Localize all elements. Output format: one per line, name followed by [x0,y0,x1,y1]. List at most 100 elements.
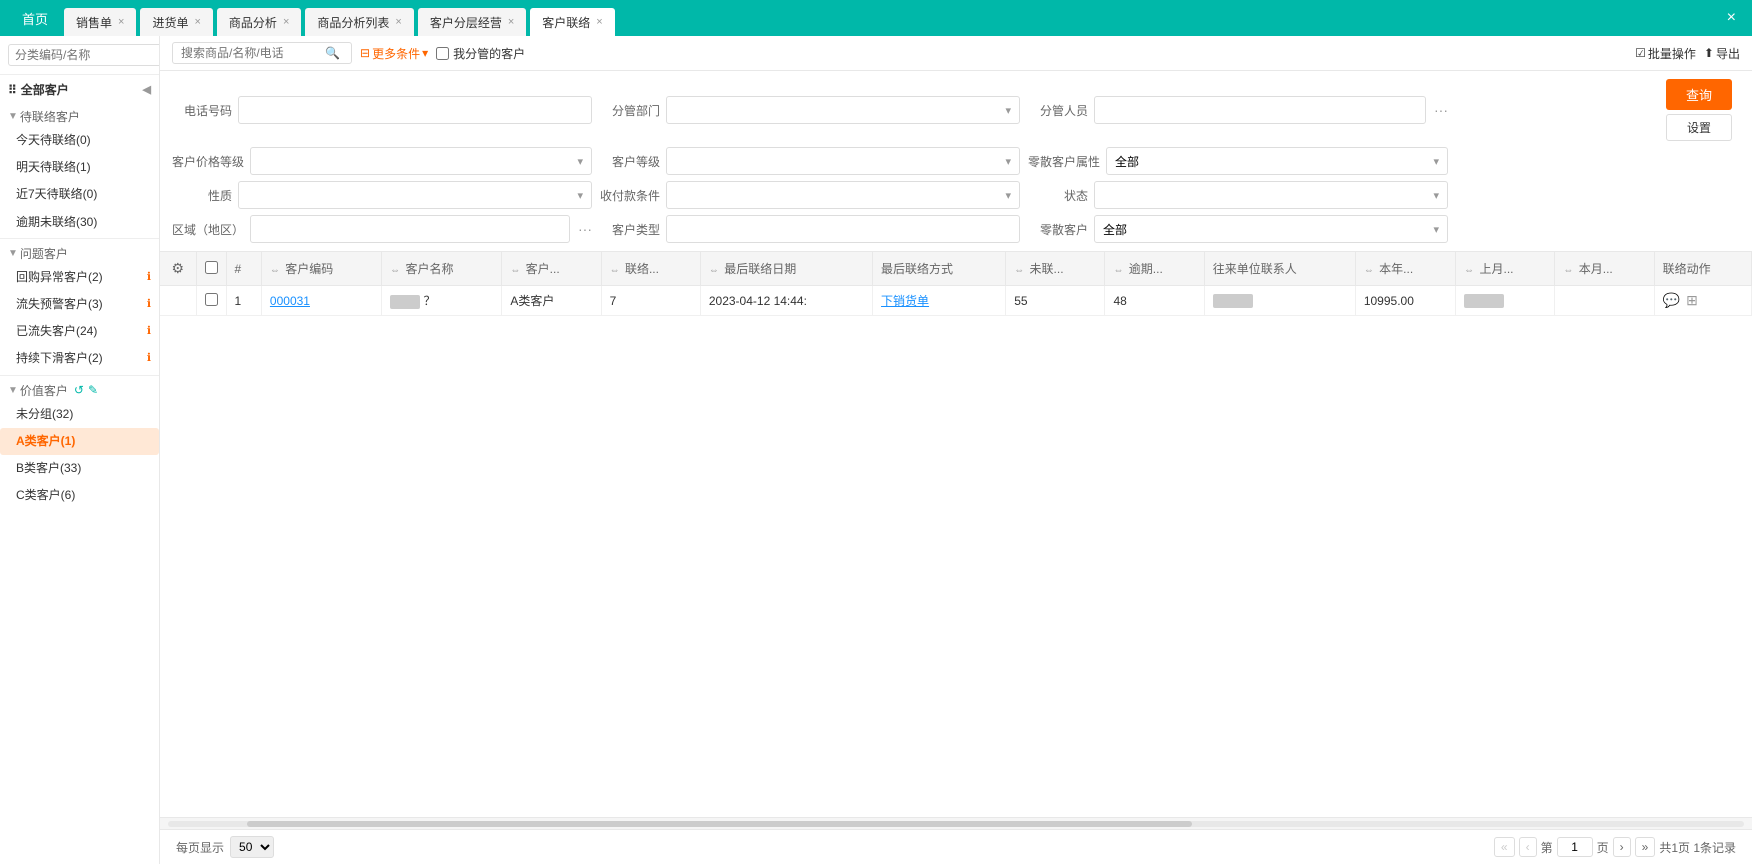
th-contact[interactable]: ⇔ 联络... [601,252,700,286]
nav-tab-product-analysis[interactable]: 商品分析 × [217,8,301,36]
th-settings[interactable]: ⚙ [160,252,196,286]
th-name[interactable]: ⇔ 客户名称 [382,252,502,286]
sidebar-item-7days[interactable]: 近7天待联络(0) [0,181,159,208]
last-page-btn[interactable]: » [1635,837,1656,857]
th-uncontacted[interactable]: ⇔ 未联... [1006,252,1105,286]
field-ctype-input[interactable] [666,215,1020,243]
row-checkbox[interactable] [205,293,218,306]
customer-name-suffix: ？ [423,294,435,308]
customer-code-link[interactable]: 000031 [270,294,310,308]
th-overdue[interactable]: ⇔ 逾期... [1105,252,1204,286]
filter-search-box[interactable]: 🔍 [172,42,352,64]
field-manager-dots[interactable]: ··· [1434,102,1448,118]
sidebar-item-a-class[interactable]: A类客户(1) [0,428,159,455]
field-retail-select[interactable]: 全部 ▾ [1094,215,1448,243]
field-retail-attr: 零散客户属性 全部 ▾ [1028,147,1448,175]
sidebar-item-declining[interactable]: 持续下滑客户(2) ℹ [0,345,159,372]
sidebar-item-c-class[interactable]: C类客户(6) [0,482,159,509]
field-payment: 收付款条件 ▾ [600,181,1020,209]
th-history-contact[interactable]: 往来单位联系人 [1204,252,1355,286]
nav-tab-product-list[interactable]: 商品分析列表 × [305,8,413,36]
field-dept-select[interactable]: ▾ [666,96,1020,124]
td-last-way[interactable]: 下销货单 [873,286,1006,316]
td-checkbox[interactable] [196,286,226,316]
sidebar-item-overdue[interactable]: 逾期未联络(30) [0,209,159,236]
th-this-month[interactable]: ⇔ 本月... [1555,252,1654,286]
page-size-select[interactable]: 50 [230,836,274,858]
next-page-btn[interactable]: › [1613,837,1631,857]
field-price-grade-select[interactable]: ▾ [250,147,592,175]
page-number-input[interactable] [1557,837,1593,857]
qr-icon[interactable]: ⊞ [1686,292,1698,309]
sidebar-item-lostwarning[interactable]: 流失预警客户(3) ℹ [0,291,159,318]
field-retail-attr-select[interactable]: 全部 ▾ [1106,147,1448,175]
field-manager-input[interactable] [1094,96,1426,124]
th-type[interactable]: ⇔ 客户... [502,252,601,286]
th-last-date[interactable]: ⇔ 最后联络日期 [700,252,872,286]
first-page-btn[interactable]: « [1494,837,1515,857]
filter-search-icon[interactable]: 🔍 [325,46,340,60]
th-this-year[interactable]: ⇔ 本年... [1355,252,1455,286]
scrollbar-track[interactable] [168,821,1744,827]
query-btn[interactable]: 查询 [1666,79,1732,110]
close-all-tabs[interactable]: × [1719,9,1744,27]
field-region-label: 区域（地区） [172,221,244,238]
chevron-cgrade: ▾ [1005,155,1011,168]
th-checkbox[interactable] [196,252,226,286]
th-code[interactable]: ⇔ 客户编码 [261,252,381,286]
sidebar-collapse-icon[interactable]: ◀ [143,83,151,96]
field-status-select[interactable]: ▾ [1094,181,1448,209]
comment-icon[interactable]: 💬 [1663,292,1680,309]
sidebar-item-today[interactable]: 今天待联络(0) [0,127,159,154]
last-way-link[interactable]: 下销货单 [881,294,929,308]
batch-op-btn[interactable]: ☑ 批量操作 [1635,45,1696,62]
nav-home[interactable]: 首页 [8,0,62,36]
more-conditions-btn[interactable]: ⊟ 更多条件 ▾ [360,45,428,62]
scrollbar-thumb[interactable] [247,821,1193,827]
th-last-month[interactable]: ⇔ 上月... [1456,252,1555,286]
edit-icon[interactable]: ✎ [88,383,98,397]
sidebar-item-ungroup[interactable]: 未分组(32) [0,401,159,428]
select-all-checkbox[interactable] [205,261,218,274]
tab-close-sales[interactable]: × [118,16,124,28]
filter-search-input[interactable] [181,46,321,60]
adv-filter-row-4: 区域（地区） ··· 客户类型 零散客户 全部 ▾ [172,215,1740,243]
chevron-payment: ▾ [1005,189,1011,202]
refresh-icon[interactable]: ↺ [74,383,84,397]
sidebar-all-customers[interactable]: ⠿ 全部客户 ◀ [0,75,159,104]
prev-page-btn[interactable]: ‹ [1519,837,1537,857]
sidebar-value-group-header: ▼ 价值客户 ↺ ✎ [0,378,159,401]
nav-tab-purchase[interactable]: 进货单 × [140,8,212,36]
field-nature-select[interactable]: ▾ [238,181,592,209]
col-resizer-code: ⇔ [270,265,280,276]
field-customer-grade-select[interactable]: ▾ [666,147,1020,175]
sidebar-item-tomorrow[interactable]: 明天待联络(1) [0,154,159,181]
sidebar-item-b-class[interactable]: B类客户(33) [0,455,159,482]
gear-icon[interactable]: ⚙ [171,260,184,276]
tab-close-customer-segment[interactable]: × [508,16,514,28]
my-customers-input[interactable] [436,47,449,60]
my-customers-checkbox[interactable]: 我分管的客户 [436,45,525,62]
chevron-price: ▾ [577,155,583,168]
td-code[interactable]: 000031 [261,286,381,316]
sidebar-item-lost[interactable]: 已流失客户(24) ℹ [0,318,159,345]
field-phone-input[interactable] [238,96,592,124]
field-region-input[interactable] [250,215,570,243]
nav-tab-customer-segment[interactable]: 客户分层经营 × [418,8,526,36]
th-last-way[interactable]: 最后联络方式 [873,252,1006,286]
tab-close-product-list[interactable]: × [395,16,401,28]
td-type: A类客户 [502,286,601,316]
chevron-dept: ▾ [1005,104,1011,117]
sidebar-search-input[interactable] [8,44,160,66]
settings-btn[interactable]: 设置 [1666,114,1732,141]
tab-close-customer-contact[interactable]: × [596,16,602,28]
col-resizer-thismonth: ⇔ [1563,265,1573,276]
nav-tab-sales[interactable]: 销售单 × [64,8,136,36]
nav-tab-customer-contact[interactable]: 客户联络 × [530,8,614,36]
sidebar-item-abnormal[interactable]: 回购异常客户(2) ℹ [0,264,159,291]
export-btn[interactable]: ⬆ 导出 [1704,45,1740,62]
tab-close-purchase[interactable]: × [194,16,200,28]
tab-close-product-analysis[interactable]: × [283,16,289,28]
field-region-dots[interactable]: ··· [578,221,592,237]
field-payment-select[interactable]: ▾ [666,181,1020,209]
